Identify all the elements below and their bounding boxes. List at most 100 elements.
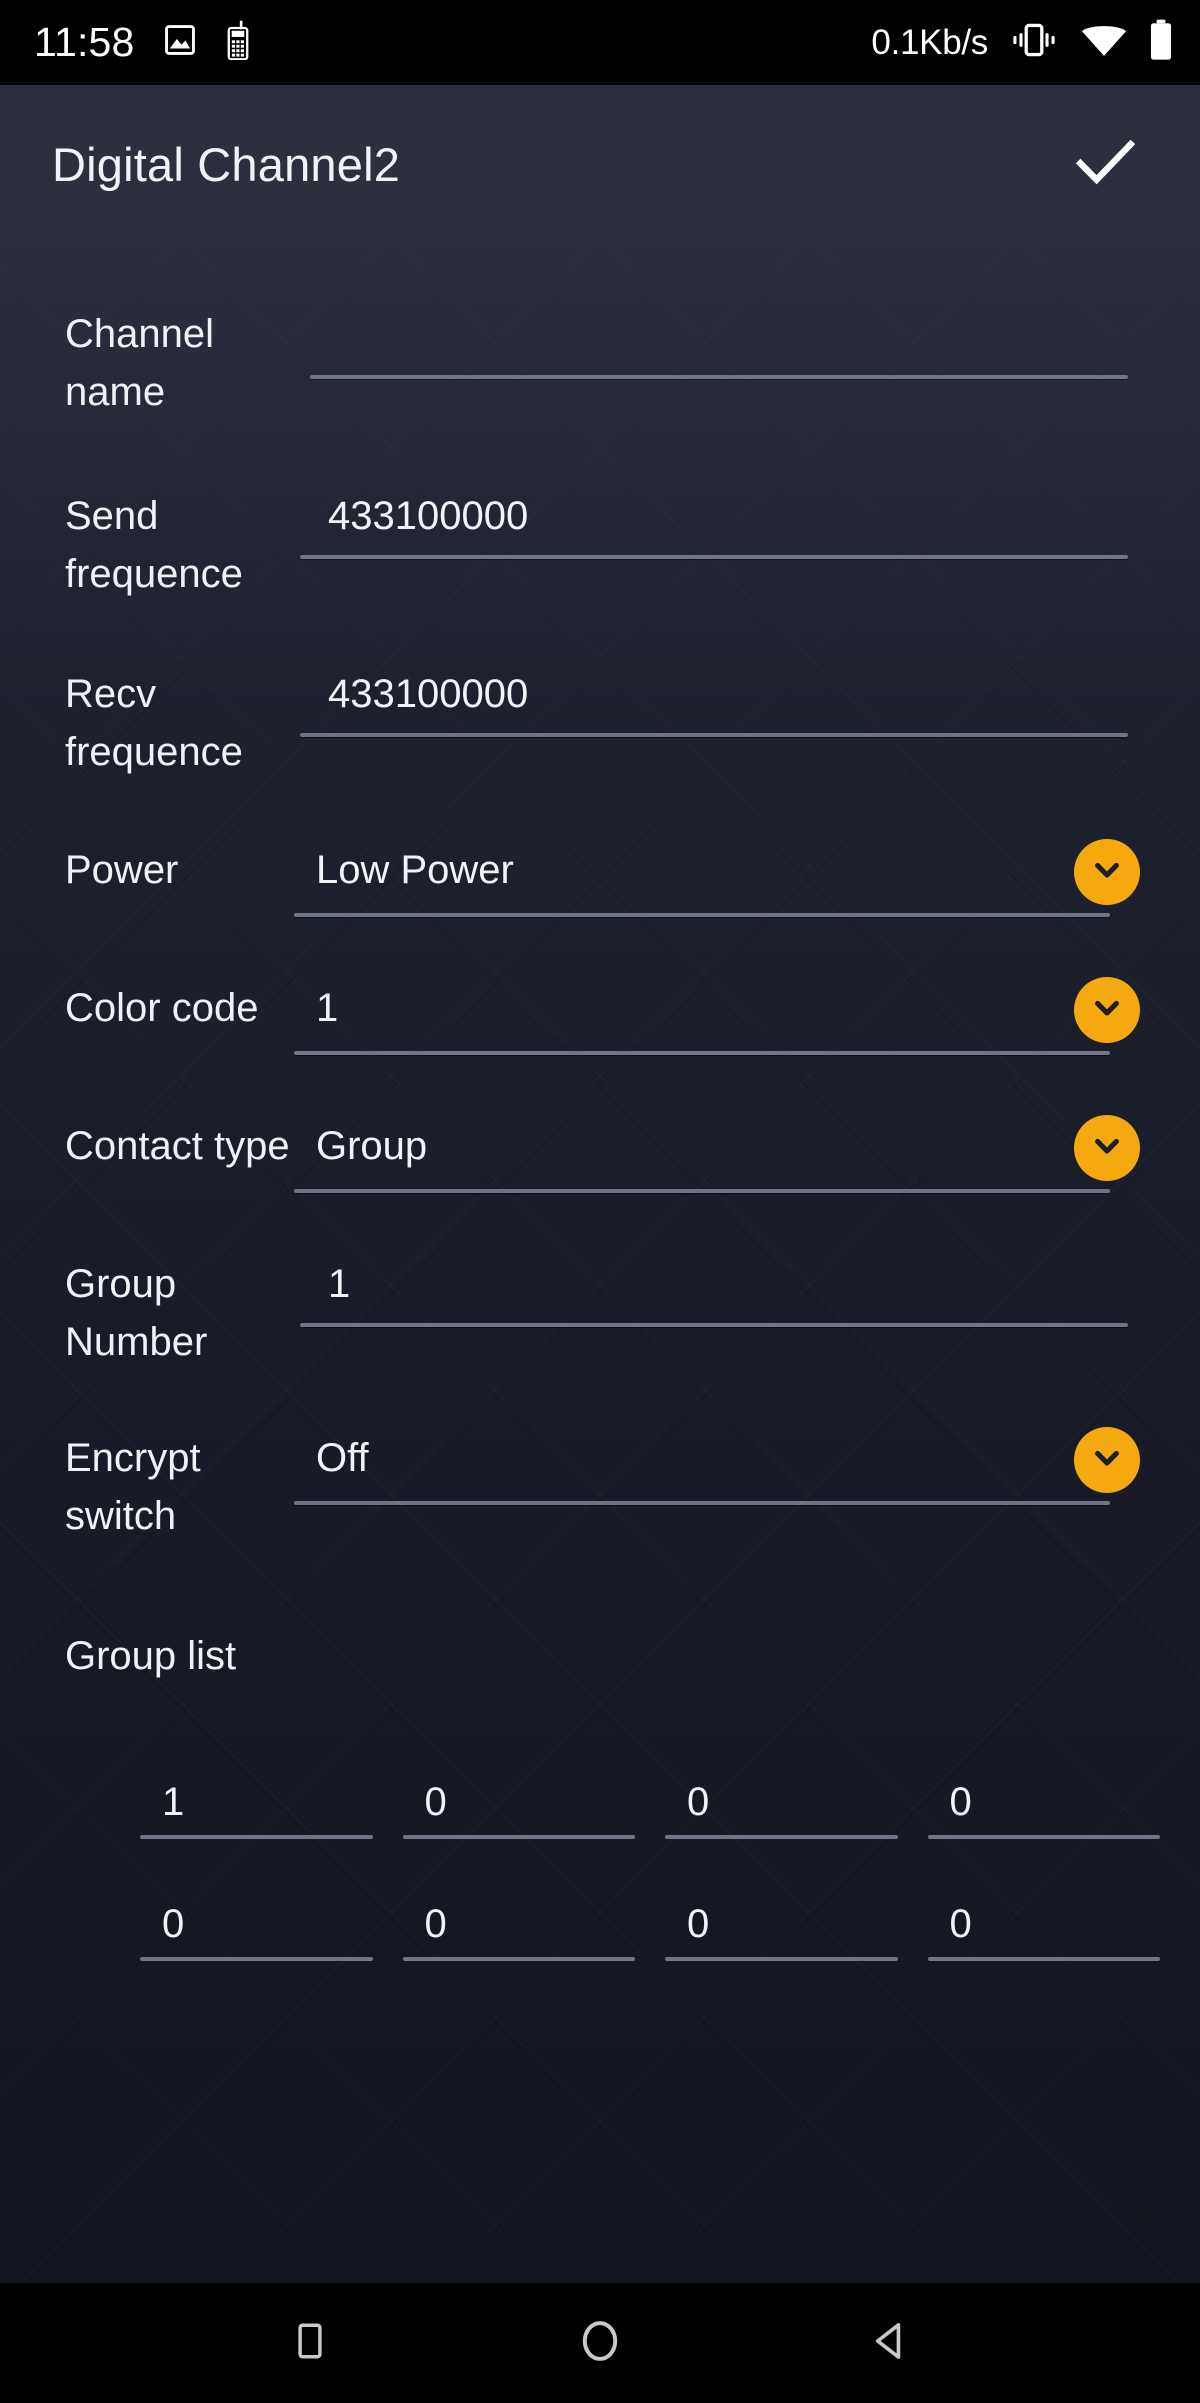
square-icon [288, 2319, 332, 2368]
group-list-underline [402, 1835, 635, 1839]
circle-icon [575, 2316, 625, 2371]
channel-name-underline [310, 375, 1128, 379]
status-clock: 11:58 [34, 19, 135, 65]
field-encrypt-switch[interactable]: Off [294, 1427, 1140, 1505]
label-send-frequence-line1: Send [65, 494, 159, 538]
group-list-input[interactable]: 0 [928, 1895, 1161, 1953]
field-group-number[interactable]: 1 [300, 1255, 1128, 1327]
label-encrypt-switch-line2: switch [65, 1494, 177, 1538]
group-list-underline [927, 1957, 1160, 1961]
field-row-channel-name: Channel name [0, 305, 1200, 421]
network-speed-label: 0.1Kb/s [871, 22, 988, 62]
group-number-underline [300, 1323, 1128, 1327]
contact-type-underline [294, 1189, 1110, 1193]
group-list-underline [927, 1835, 1160, 1839]
group-list-input[interactable]: 0 [140, 1895, 373, 1953]
confirm-save-button[interactable] [1062, 121, 1148, 207]
group-list-title: Group list [65, 1634, 237, 1678]
label-recv-frequence-line2: frequence [65, 730, 243, 774]
group-list-underline [665, 1957, 898, 1961]
home-button[interactable] [550, 2293, 650, 2393]
group-list-cell[interactable]: 0 [402, 1773, 636, 1839]
group-list-cell[interactable]: 0 [665, 1773, 898, 1839]
field-send-frequence[interactable]: 433100000 [300, 487, 1128, 559]
group-list-row-1: 1 0 0 0 [0, 1773, 1200, 1839]
field-row-contact-type: Contact type Group [0, 1115, 1200, 1193]
label-group-number-line2: Number [65, 1320, 208, 1364]
color-code-underline [294, 1051, 1110, 1055]
image-icon [161, 21, 199, 64]
check-icon [1068, 125, 1142, 204]
power-value[interactable]: Low Power [294, 841, 1110, 899]
field-row-color-code: Color code 1 [0, 977, 1200, 1055]
field-color-code[interactable]: 1 [294, 977, 1140, 1055]
group-number-input[interactable]: 1 [300, 1255, 1128, 1313]
contact-type-dropdown-button[interactable] [1074, 1115, 1140, 1181]
label-channel-name-line2: name [65, 370, 166, 414]
group-list-cell[interactable]: 0 [140, 1895, 373, 1961]
field-row-power: Power Low Power [0, 839, 1200, 917]
group-list-cell[interactable]: 0 [927, 1895, 1161, 1961]
vibrate-icon [1008, 20, 1060, 65]
group-list-cell[interactable]: 0 [402, 1895, 636, 1961]
field-power[interactable]: Low Power [294, 839, 1140, 917]
encrypt-switch-dropdown-button[interactable] [1074, 1427, 1140, 1493]
send-frequence-input[interactable]: 433100000 [300, 487, 1128, 545]
status-right-icons: 0.1Kb/s [871, 19, 1174, 66]
group-list-cell[interactable]: 1 [140, 1773, 373, 1839]
encrypt-switch-underline [294, 1501, 1110, 1505]
group-list-input[interactable]: 1 [140, 1773, 373, 1831]
recv-frequence-input[interactable]: 433100000 [300, 665, 1128, 723]
status-bar: 11:58 0.1Kb/s [0, 0, 1200, 85]
group-list-underline [665, 1835, 898, 1839]
power-underline [294, 913, 1110, 917]
group-list-row-2: 0 0 0 0 [0, 1895, 1200, 1961]
group-list-underline [402, 1957, 635, 1961]
power-dropdown-button[interactable] [1074, 839, 1140, 905]
label-color-code: Color code [65, 986, 259, 1030]
battery-icon [1148, 19, 1174, 66]
label-contact-type: Contact type [65, 1124, 290, 1168]
settings-content: Channel name Send frequence 433100000 Re… [0, 243, 1200, 2360]
chevron-down-icon [1087, 988, 1127, 1033]
chevron-down-icon [1087, 1126, 1127, 1171]
field-row-send-frequence: Send frequence 433100000 [0, 487, 1200, 603]
phone-screen: 11:58 0.1Kb/s Digital Channel2 Channel n… [0, 0, 1200, 2403]
group-list-input[interactable]: 0 [665, 1773, 898, 1831]
back-button[interactable] [840, 2293, 940, 2393]
triangle-left-icon [867, 2318, 913, 2369]
group-list-cell[interactable]: 0 [927, 1773, 1161, 1839]
android-navigation-bar [0, 2283, 1200, 2403]
label-group-number: Group Number [0, 1255, 300, 1371]
field-contact-type[interactable]: Group [294, 1115, 1140, 1193]
label-send-frequence: Send frequence [0, 487, 300, 603]
group-list-input[interactable]: 0 [665, 1895, 898, 1953]
group-list-underline [140, 1957, 373, 1961]
group-list-input[interactable]: 0 [403, 1773, 636, 1831]
status-left-icons [161, 20, 255, 65]
group-list-input[interactable]: 0 [928, 1773, 1161, 1831]
encrypt-switch-value[interactable]: Off [294, 1429, 1110, 1487]
send-frequence-underline [300, 555, 1128, 559]
color-code-dropdown-button[interactable] [1074, 977, 1140, 1043]
chevron-down-icon [1087, 850, 1127, 895]
walkie-talkie-icon [221, 20, 255, 65]
page-title: Digital Channel2 [52, 137, 401, 191]
field-row-recv-frequence: Recv frequence 433100000 [0, 665, 1200, 781]
label-send-frequence-line2: frequence [65, 552, 243, 596]
channel-settings-form: Channel name Send frequence 433100000 Re… [0, 305, 1200, 1961]
app-bar: Digital Channel2 [0, 85, 1200, 243]
field-recv-frequence[interactable]: 433100000 [300, 665, 1128, 737]
color-code-value[interactable]: 1 [294, 979, 1110, 1037]
label-encrypt-switch: Encrypt switch [0, 1429, 300, 1545]
group-list-input[interactable]: 0 [403, 1895, 636, 1953]
label-channel-name: Channel name [0, 305, 300, 421]
contact-type-value[interactable]: Group [294, 1117, 1110, 1175]
channel-name-input[interactable] [310, 305, 1128, 363]
recents-button[interactable] [260, 2293, 360, 2393]
label-recv-frequence: Recv frequence [0, 665, 300, 781]
field-channel-name[interactable] [310, 305, 1128, 379]
group-list-cell[interactable]: 0 [665, 1895, 898, 1961]
wifi-icon [1080, 21, 1128, 64]
label-power: Power [65, 848, 179, 892]
